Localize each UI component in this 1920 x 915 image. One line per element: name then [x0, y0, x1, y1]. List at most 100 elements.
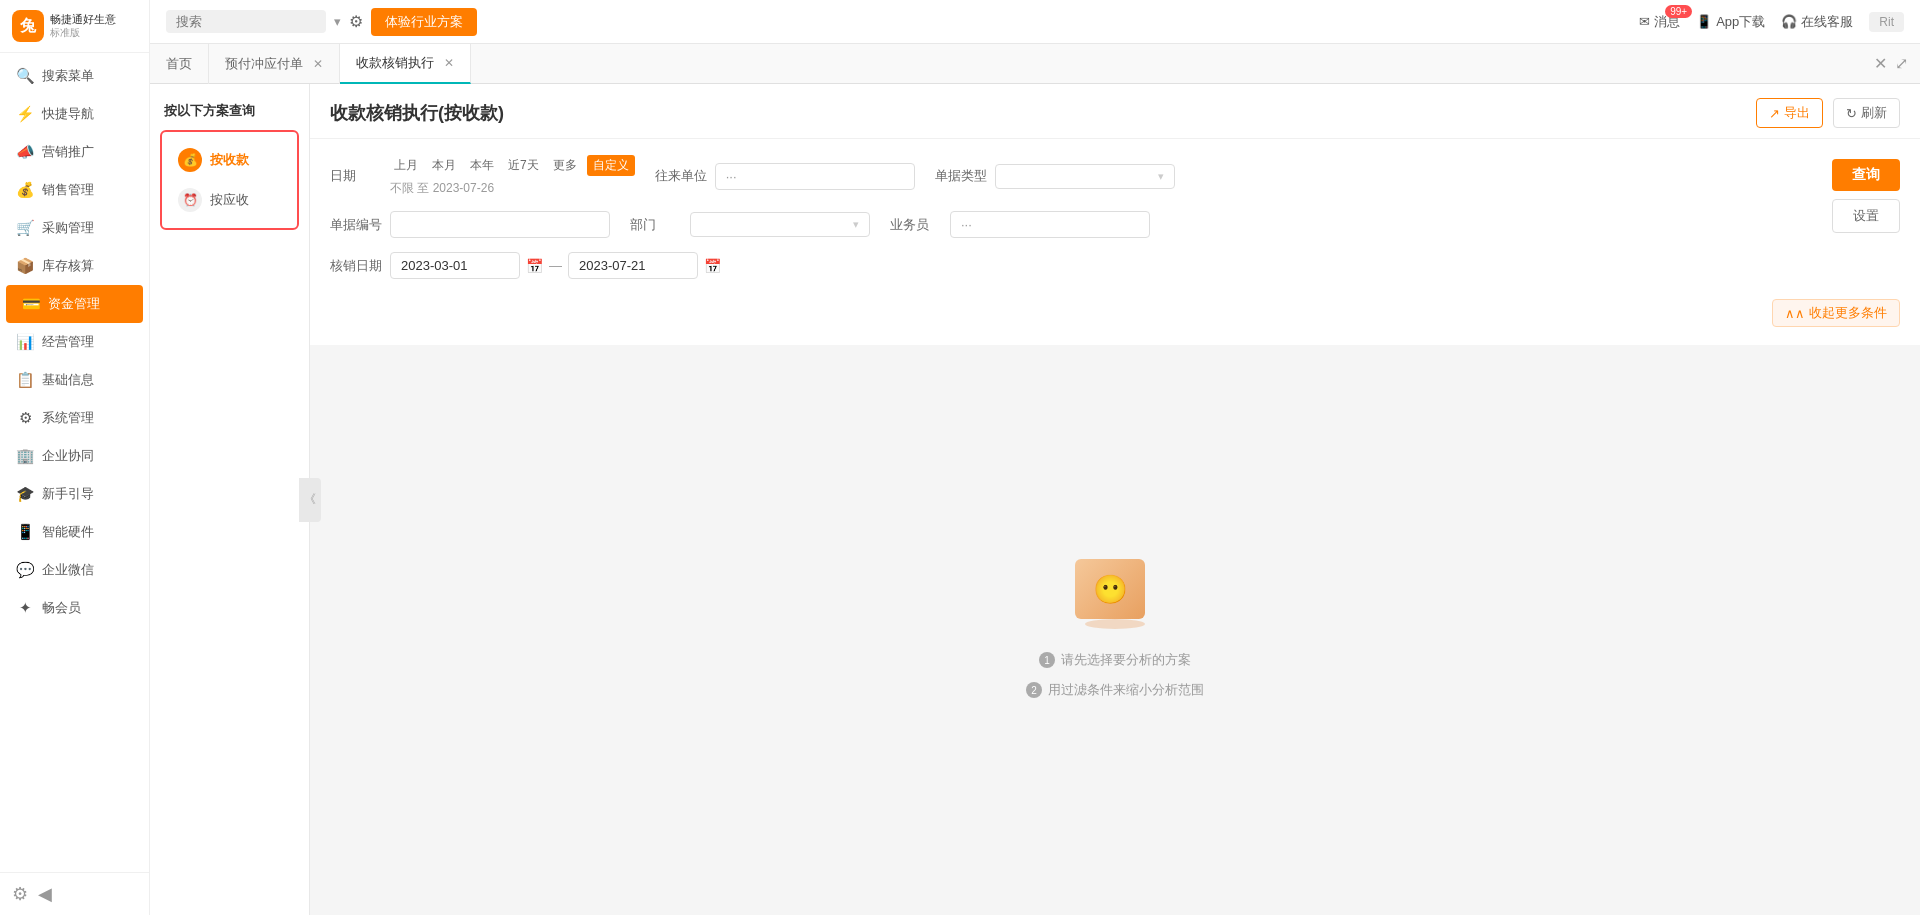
dept-select[interactable]: ▾ — [690, 212, 870, 237]
date-field: 日期 上月 本月 本年 近7天 更多 自定义 — [330, 155, 635, 197]
search-menu-icon: 🔍 — [16, 67, 34, 85]
search-input[interactable] — [166, 10, 326, 33]
writeoff-date-group: 📅 — 📅 — [390, 252, 721, 279]
tab-bar: 首页 预付冲应付单 ✕ 收款核销执行 ✕ ✕ ⤢ — [150, 44, 1920, 84]
refresh-button[interactable]: ↻ 刷新 — [1833, 98, 1900, 128]
solution-button[interactable]: 体验行业方案 — [371, 8, 477, 36]
page-title: 收款核销执行(按收款) — [330, 101, 504, 125]
date-tab-this-month[interactable]: 本月 — [428, 155, 460, 176]
header-dropdown-icon[interactable]: ▾ — [334, 14, 341, 29]
app-download-button[interactable]: 📱 App下载 — [1696, 13, 1765, 31]
filter-collapse-button[interactable]: 《 — [299, 478, 321, 522]
sidebar-item-basic[interactable]: 📋 基础信息 — [0, 361, 149, 399]
top-header: ▾ ⚙ 体验行业方案 ✉ 消息 99+ 📱 App下载 🎧 在线客服 Rit — [150, 0, 1920, 44]
sidebar-item-search-menu[interactable]: 🔍 搜索菜单 — [0, 57, 149, 95]
writeoff-end-calendar-icon[interactable]: 📅 — [704, 258, 721, 274]
hardware-icon: 📱 — [16, 523, 34, 541]
collapse-conditions-button[interactable]: ∧∧ 收起更多条件 — [1772, 299, 1900, 327]
sidebar-item-hardware[interactable]: 📱 智能硬件 — [0, 513, 149, 551]
service-icon: 🎧 — [1781, 14, 1797, 29]
sidebar-item-finance[interactable]: 💳 资金管理 — [6, 285, 143, 323]
sidebar-item-inventory[interactable]: 📦 库存核算 — [0, 247, 149, 285]
sidebar-item-system[interactable]: ⚙ 系统管理 — [0, 399, 149, 437]
writeoff-end-input[interactable] — [568, 252, 698, 279]
quick-nav-icon: ⚡ — [16, 105, 34, 123]
online-service-button[interactable]: 🎧 在线客服 — [1781, 13, 1853, 31]
receipt-label: 按收款 — [210, 151, 249, 169]
vip-label: 畅会员 — [42, 599, 81, 617]
writeoff-tab-label: 收款核销执行 — [356, 54, 434, 72]
maximize-window-icon[interactable]: ⤢ — [1895, 54, 1908, 73]
sidebar-item-quick-nav[interactable]: ⚡ 快捷导航 — [0, 95, 149, 133]
date-tab-last-month[interactable]: 上月 — [390, 155, 422, 176]
tab-home[interactable]: 首页 — [150, 44, 209, 84]
salesman-label: 业务员 — [890, 216, 942, 234]
sidebar-item-purchase[interactable]: 🛒 采购管理 — [0, 209, 149, 247]
date-tab-this-year[interactable]: 本年 — [466, 155, 498, 176]
basic-label: 基础信息 — [42, 371, 94, 389]
collapse-sidebar-icon[interactable]: ◀ — [38, 883, 52, 905]
salesman-select[interactable]: ··· — [950, 211, 1150, 238]
sidebar-item-vip[interactable]: ✦ 畅会员 — [0, 589, 149, 627]
filter-by-receipt[interactable]: 💰 按收款 — [168, 140, 291, 180]
tip1-num: 1 — [1039, 652, 1055, 668]
tab-prepay[interactable]: 预付冲应付单 ✕ — [209, 44, 340, 84]
filter-panel-title: 按以下方案查询 — [150, 96, 309, 130]
dept-chevron: ▾ — [853, 218, 859, 231]
main-area: ▾ ⚙ 体验行业方案 ✉ 消息 99+ 📱 App下载 🎧 在线客服 Rit 首… — [150, 0, 1920, 915]
settings-button[interactable]: 设置 — [1832, 199, 1900, 233]
date-no-limit: 不限 至 2023-07-26 — [390, 180, 635, 197]
writeoff-date-label: 核销日期 — [330, 257, 382, 275]
sidebar-item-marketing[interactable]: 📣 营销推广 — [0, 133, 149, 171]
app-icon: 📱 — [1696, 14, 1712, 29]
vip-icon: ✦ — [16, 599, 34, 617]
voucher-no-field: 单据编号 — [330, 211, 610, 238]
wechat-icon: 💬 — [16, 561, 34, 579]
sidebar-item-newbie[interactable]: 🎓 新手引导 — [0, 475, 149, 513]
filter-by-receivable[interactable]: ⏰ 按应收 — [168, 180, 291, 220]
counterparty-label: 往来单位 — [655, 167, 707, 185]
export-button[interactable]: ↗ 导出 — [1756, 98, 1823, 128]
header-right: ✉ 消息 99+ 📱 App下载 🎧 在线客服 Rit — [1639, 12, 1904, 32]
page-content: 按以下方案查询 💰 按收款 ⏰ 按应收 《 收款核销执行(按收款) — [150, 84, 1920, 915]
prepay-tab-close[interactable]: ✕ — [313, 57, 323, 71]
marketing-icon: 📣 — [16, 143, 34, 161]
date-tab-custom[interactable]: 自定义 — [587, 155, 635, 176]
sidebar-item-operation[interactable]: 📊 经营管理 — [0, 323, 149, 361]
date-tab-more[interactable]: 更多 — [549, 155, 581, 176]
operation-label: 经营管理 — [42, 333, 94, 351]
counterparty-placeholder: ··· — [726, 169, 904, 184]
sidebar-item-sales[interactable]: 💰 销售管理 — [0, 171, 149, 209]
sidebar-item-wechat[interactable]: 💬 企业微信 — [0, 551, 149, 589]
counterparty-select[interactable]: ··· — [715, 163, 915, 190]
finance-icon: 💳 — [22, 295, 40, 313]
sales-icon: 💰 — [16, 181, 34, 199]
close-window-icon[interactable]: ✕ — [1874, 54, 1887, 73]
sidebar-item-enterprise[interactable]: 🏢 企业协同 — [0, 437, 149, 475]
enterprise-label: 企业协同 — [42, 447, 94, 465]
message-badge: 99+ — [1665, 5, 1692, 18]
query-button[interactable]: 查询 — [1832, 159, 1900, 191]
logo-sub: 标准版 — [50, 26, 116, 40]
writeoff-start-calendar-icon[interactable]: 📅 — [526, 258, 543, 274]
tab-writeoff[interactable]: 收款核销执行 ✕ — [340, 44, 471, 84]
voucher-no-input[interactable] — [390, 211, 610, 238]
writeoff-start-input[interactable] — [390, 252, 520, 279]
header-gear-icon[interactable]: ⚙ — [349, 12, 363, 31]
search-form: 日期 上月 本月 本年 近7天 更多 自定义 — [310, 139, 1920, 345]
inventory-label: 库存核算 — [42, 257, 94, 275]
sales-label: 销售管理 — [42, 181, 94, 199]
empty-box-shape: 😶 — [1075, 559, 1145, 619]
date-separator: — — [549, 258, 562, 273]
voucher-type-select[interactable]: ▾ — [995, 164, 1175, 189]
writeoff-tab-close[interactable]: ✕ — [444, 56, 454, 70]
system-label: 系统管理 — [42, 409, 94, 427]
date-tab-7days[interactable]: 近7天 — [504, 155, 543, 176]
empty-illustration: 😶 — [1065, 549, 1165, 629]
user-avatar[interactable]: Rit — [1869, 12, 1904, 32]
settings-bottom-icon[interactable]: ⚙ — [12, 883, 28, 905]
message-button[interactable]: ✉ 消息 99+ — [1639, 13, 1680, 31]
service-label: 在线客服 — [1801, 13, 1853, 31]
empty-shadow-shape — [1085, 619, 1145, 629]
tip1-text: 请先选择要分析的方案 — [1061, 651, 1191, 669]
